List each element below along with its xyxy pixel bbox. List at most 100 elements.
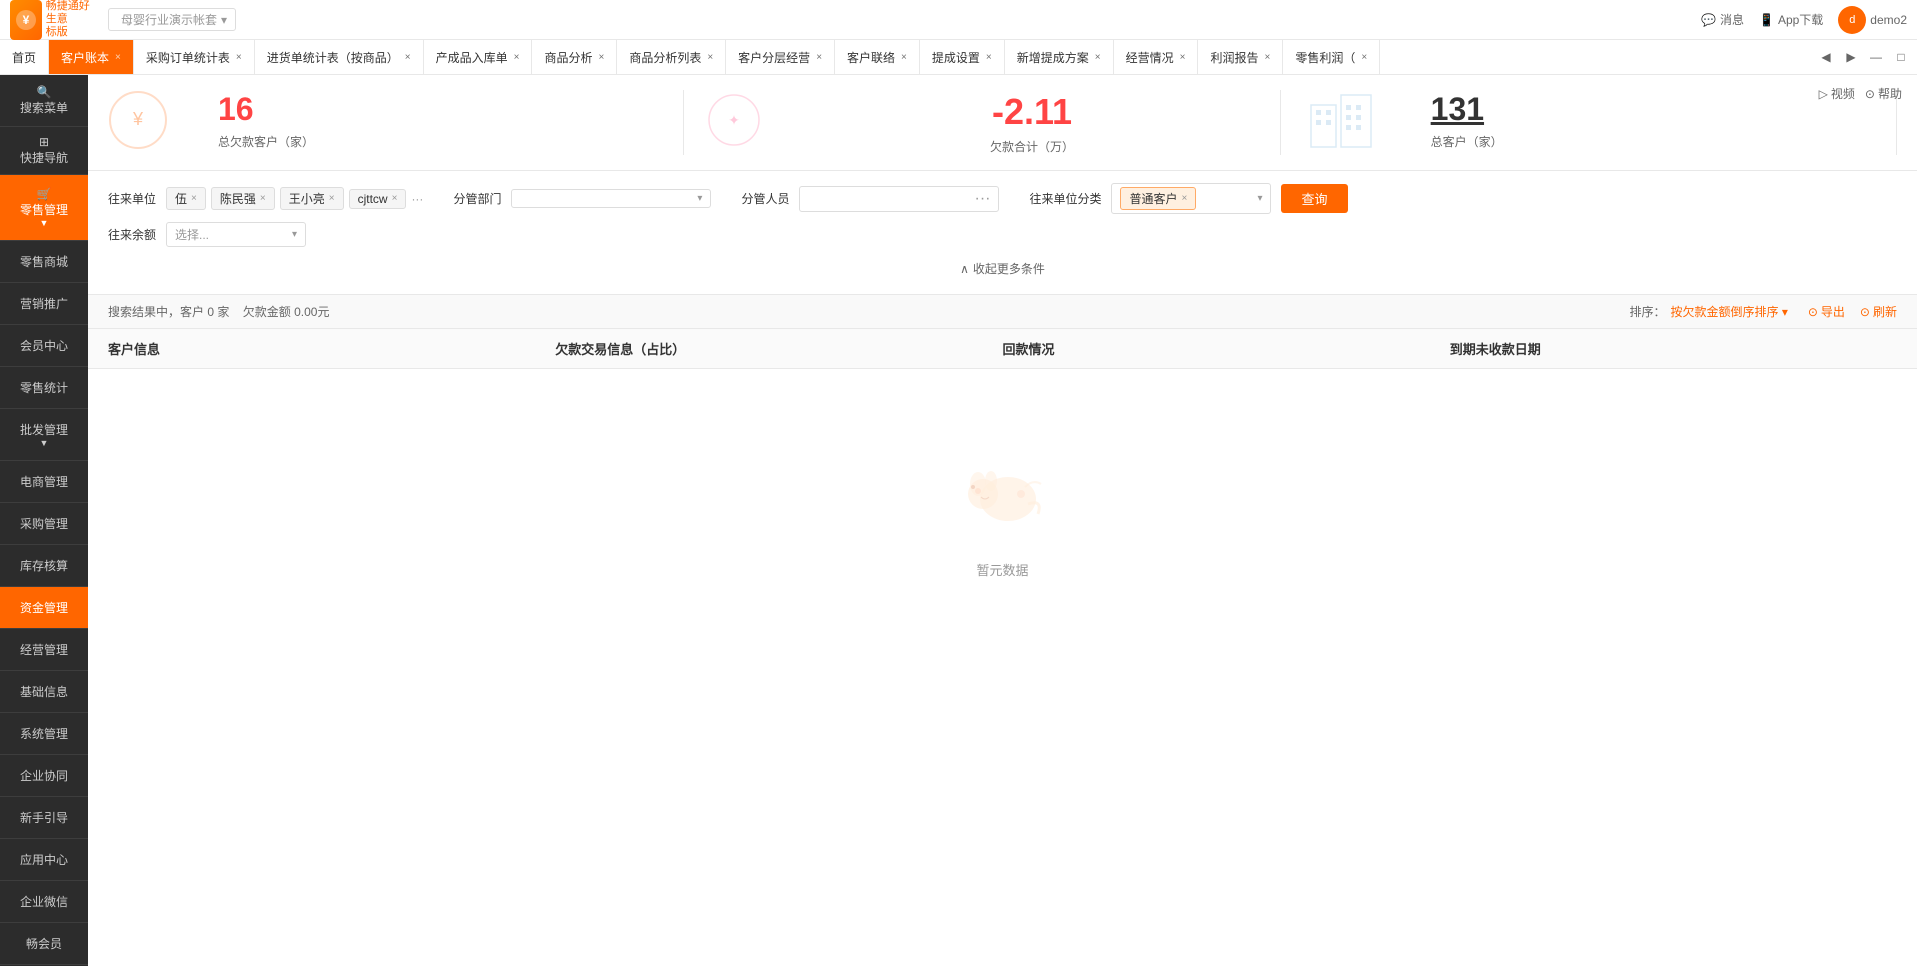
close-icon[interactable]: × — [901, 52, 907, 63]
filter-tag-3-close[interactable]: × — [329, 193, 335, 204]
total-clients-value: 131 — [1431, 90, 1484, 128]
person-ellipsis[interactable]: ··· — [974, 190, 990, 208]
tab-product-analysis-list[interactable]: 商品分析列表 × — [617, 40, 726, 75]
tab-customer-account[interactable]: 客户账本 × — [49, 40, 134, 75]
tab-production-inbound[interactable]: 产成品入库单 × — [424, 40, 533, 75]
sidebar-item-basic-info[interactable]: 基础信息 — [0, 671, 88, 713]
balance-select[interactable]: 选择... ▾ — [166, 222, 306, 247]
messages-button[interactable]: 💬 消息 — [1701, 11, 1744, 28]
sidebar-search[interactable]: 🔍 搜索菜单 — [0, 75, 88, 127]
suite-selector[interactable]: 母婴行业演示帐套 ▾ — [108, 8, 236, 31]
svg-text:¥: ¥ — [23, 13, 30, 27]
close-icon[interactable]: × — [1264, 52, 1270, 63]
sidebar-item-retail-stats[interactable]: 零售统计 — [0, 367, 88, 409]
sidebar-item-enterprise-agreement[interactable]: 企业协同 — [0, 755, 88, 797]
maximize-button[interactable]: □ — [1890, 46, 1912, 68]
sidebar-item-new-guide[interactable]: 新手引导 — [0, 797, 88, 839]
arrow-icon: ▼ — [40, 438, 49, 448]
collapse-button[interactable]: ∧ 收起更多条件 — [108, 255, 1897, 282]
tab-next-button[interactable]: ▶ — [1840, 46, 1862, 68]
logo-line1: 畅捷通好生意 — [46, 0, 98, 26]
sidebar-item-system-manage[interactable]: 系统管理 — [0, 713, 88, 755]
export-button[interactable]: ⊙ 导出 — [1808, 303, 1845, 320]
filter-more-button[interactable]: ··· — [411, 192, 423, 206]
total-customers-label: 总欠款客户（家） — [218, 133, 314, 150]
filter-tag-1-close[interactable]: × — [191, 193, 197, 204]
sidebar-item-capital-manage[interactable]: 资金管理 — [0, 587, 88, 629]
sidebar-item-member-center[interactable]: 会员中心 — [0, 325, 88, 367]
close-icon[interactable]: × — [816, 52, 822, 63]
close-icon[interactable]: × — [514, 52, 520, 63]
sidebar-item-retail-mall[interactable]: 零售商城 — [0, 241, 88, 283]
sidebar-item-wholesale-manage[interactable]: 批发管理 ▼ — [0, 409, 88, 461]
minimize-button[interactable]: — — [1865, 46, 1887, 68]
sidebar-item-marketing[interactable]: 营销推广 — [0, 283, 88, 325]
tab-home[interactable]: 首页 — [0, 40, 49, 75]
tab-retail-profit[interactable]: 零售利润（ × — [1283, 40, 1380, 75]
header-right: 💬 消息 📱 App下载 d demo2 — [1701, 6, 1907, 34]
sidebar-item-operation-manage[interactable]: 经营管理 — [0, 629, 88, 671]
category-select[interactable]: 普通客户 × ▾ — [1111, 183, 1271, 214]
filter-tag-2-close[interactable]: × — [260, 193, 266, 204]
basic-info-label: 基础信息 — [0, 683, 88, 700]
filter-tag-2-label: 陈民强 — [220, 190, 256, 207]
close-icon[interactable]: × — [1095, 52, 1101, 63]
app-download-button[interactable]: 📱 App下载 — [1759, 11, 1823, 28]
tab-customer-contact[interactable]: 客户联络 × — [835, 40, 920, 75]
app-download-label: App下载 — [1778, 11, 1823, 28]
sidebar-item-enterprise-wechat[interactable]: 企业微信 — [0, 881, 88, 923]
close-icon[interactable]: × — [707, 52, 713, 63]
video-button[interactable]: ▷ 视频 — [1819, 85, 1855, 102]
sidebar-item-purchase-manage[interactable]: 采购管理 — [0, 503, 88, 545]
category-filter-label: 往来单位分类 — [1029, 190, 1101, 207]
tab-new-raise-plan[interactable]: 新增提成方案 × — [1005, 40, 1114, 75]
tab-customer-segment[interactable]: 客户分层经营 × — [726, 40, 835, 75]
logo-line2: 标版 — [46, 26, 98, 39]
table-header: 客户信息 欠款交易信息（占比） 回款情况 到期未收款日期 — [88, 329, 1917, 369]
tab-prev-button[interactable]: ◀ — [1815, 46, 1837, 68]
product-analysis-list-tab-label: 商品分析列表 — [629, 49, 701, 66]
user-avatar[interactable]: d demo2 — [1838, 6, 1907, 34]
chevron-down-icon: ▾ — [1257, 193, 1262, 204]
close-icon[interactable]: × — [405, 52, 411, 63]
close-icon[interactable]: × — [1180, 52, 1186, 63]
category-tag-close[interactable]: × — [1182, 193, 1188, 204]
sidebar-quick-nav[interactable]: ⊞ 快捷导航 — [0, 127, 88, 175]
user-name: demo2 — [1870, 13, 1907, 27]
search-label: 搜索菜单 — [0, 99, 88, 116]
tab-product-analysis[interactable]: 商品分析 × — [532, 40, 617, 75]
refresh-button[interactable]: ⊙ 刷新 — [1860, 303, 1897, 320]
help-button[interactable]: ⊙ 帮助 — [1865, 85, 1902, 102]
close-icon[interactable]: × — [598, 52, 604, 63]
sidebar-item-app-center[interactable]: 应用中心 — [0, 839, 88, 881]
person-select[interactable]: ··· — [799, 186, 999, 212]
quick-nav-label: 快捷导航 — [0, 149, 88, 166]
sort-label: 排序： 按欠款金额倒序排序 ▾ — [1629, 303, 1787, 320]
tab-purchase-order[interactable]: 采购订单统计表 × — [134, 40, 255, 75]
sidebar-item-retail-manage[interactable]: 🛒 零售管理 ▼ — [0, 175, 88, 241]
total-customers-value: 16 — [218, 90, 254, 128]
close-icon[interactable]: × — [1361, 52, 1367, 63]
person-filter-label: 分管人员 — [741, 190, 789, 207]
sidebar-item-ecommerce[interactable]: 电商管理 — [0, 461, 88, 503]
chevron-up-icon: ∧ — [960, 262, 969, 276]
query-button[interactable]: 查询 — [1281, 184, 1347, 213]
dept-filter-label: 分管部门 — [453, 190, 501, 207]
sidebar-item-inventory-check[interactable]: 库存核算 — [0, 545, 88, 587]
dept-select[interactable]: ▾ — [511, 189, 711, 208]
search-result-text: 搜索结果中，客户 0 家 欠款金额 0.00元 — [108, 303, 329, 320]
tab-profit-report[interactable]: 利润报告 × — [1198, 40, 1283, 75]
tab-inbound-stats[interactable]: 进货单统计表（按商品） × — [255, 40, 424, 75]
filter-tag-4-close[interactable]: × — [392, 193, 398, 204]
sort-value[interactable]: 按欠款金额倒序排序 ▾ — [1670, 303, 1787, 320]
close-icon[interactable]: × — [115, 52, 121, 63]
refresh-label: 刷新 — [1873, 303, 1897, 320]
close-icon[interactable]: × — [986, 52, 992, 63]
close-icon[interactable]: × — [236, 52, 242, 63]
top-header: ¥ 畅捷通好生意 标版 母婴行业演示帐套 ▾ 💬 消息 📱 App下载 d — [0, 0, 1917, 40]
customer-account-tab-label: 客户账本 — [61, 49, 109, 66]
col-header-repay: 回款情况 — [1003, 339, 1450, 358]
tab-business-status[interactable]: 经营情况 × — [1114, 40, 1199, 75]
sidebar-item-vip-member[interactable]: 畅会员 — [0, 923, 88, 965]
tab-raise-settings[interactable]: 提成设置 × — [920, 40, 1005, 75]
